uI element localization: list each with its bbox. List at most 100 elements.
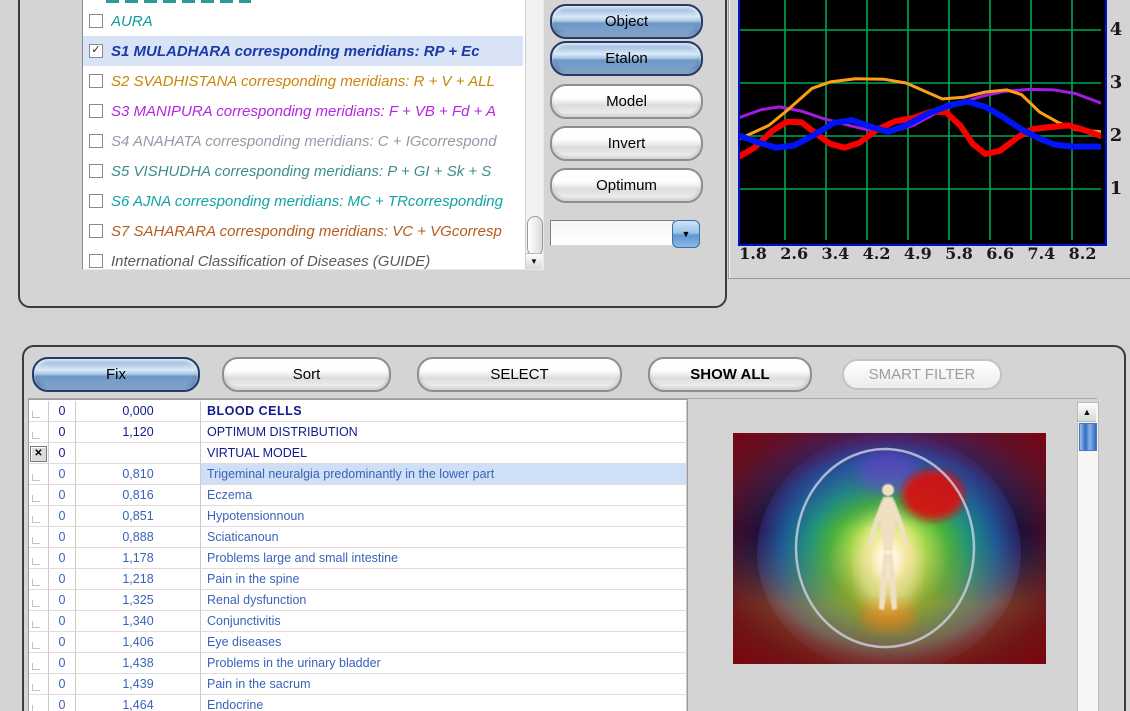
row-value-cell: 1,178 <box>76 548 201 569</box>
row-name-cell[interactable]: Problems large and small intestine <box>201 548 687 569</box>
show-all-button[interactable]: SHOW ALL <box>648 357 812 392</box>
row-mark-cell[interactable] <box>29 548 49 569</box>
table-row[interactable]: 0 0,000 BLOOD CELLS <box>29 401 687 422</box>
object-button[interactable]: Object <box>550 4 703 39</box>
row-name-cell[interactable]: Hypotensionnoun <box>201 506 687 527</box>
list-item[interactable]: S2 SVADHISTANA corresponding meridians: … <box>83 66 523 96</box>
row-mark-cell[interactable] <box>29 695 49 711</box>
table-row[interactable]: 0 0,851 Hypotensionnoun <box>29 506 687 527</box>
list-item[interactable]: S5 VISHUDHA corresponding meridians: P +… <box>83 156 523 186</box>
row-mark-cell[interactable] <box>29 569 49 590</box>
list-item[interactable]: ✓ S1 MULADHARA corresponding meridians: R… <box>83 36 523 66</box>
list-item-label: S7 SAHARARA corresponding meridians: VC … <box>111 222 502 240</box>
table-row[interactable]: 0 1,464 Endocrine <box>29 695 687 711</box>
row-count-cell: 0 <box>49 611 76 632</box>
viewer-scroll-up-button[interactable]: ▲ <box>1078 403 1096 422</box>
row-name-cell[interactable]: Conjunctivitis <box>201 611 687 632</box>
row-mark-cell[interactable] <box>29 653 49 674</box>
model-button[interactable]: Model <box>550 84 703 119</box>
list-item[interactable]: S4 ANAHATA corresponding meridians: C + … <box>83 126 523 156</box>
unchecked-checkbox-icon[interactable] <box>89 14 103 28</box>
row-name-cell[interactable]: Endocrine <box>201 695 687 711</box>
row-name-cell[interactable]: Renal dysfunction <box>201 590 687 611</box>
list-item[interactable]: S6 AJNA corresponding meridians: MC + TR… <box>83 186 523 216</box>
row-mark-cell[interactable] <box>29 485 49 506</box>
row-mark-cell[interactable] <box>29 422 49 443</box>
x-tick-label: 4.9 <box>903 244 932 263</box>
row-mark-cell[interactable] <box>29 527 49 548</box>
row-count-cell: 0 <box>49 527 76 548</box>
list-item[interactable]: S7 SAHARARA corresponding meridians: VC … <box>83 216 523 246</box>
row-name-cell[interactable]: Sciaticanoun <box>201 527 687 548</box>
row-name-cell[interactable]: Eczema <box>201 485 687 506</box>
dropdown-value-field[interactable] <box>550 220 675 246</box>
list-scrollbar-thumb[interactable] <box>527 216 543 256</box>
row-mark-cell[interactable] <box>29 401 49 422</box>
etalon-button[interactable]: Etalon <box>550 41 703 76</box>
row-mark-cell[interactable] <box>29 611 49 632</box>
fix-button[interactable]: Fix <box>32 357 200 392</box>
list-item[interactable]: AURA <box>83 6 523 36</box>
unchecked-checkbox-icon[interactable] <box>89 104 103 118</box>
checked-checkbox-icon[interactable]: ✓ <box>89 44 103 58</box>
x-tick-label: 2.6 <box>780 244 809 263</box>
unchecked-checkbox-icon[interactable] <box>89 224 103 238</box>
dropdown-arrow-button[interactable]: ▼ <box>672 220 700 248</box>
row-mark-cell[interactable]: ✕ <box>29 443 49 464</box>
list-scrollbar[interactable]: ▼ <box>525 0 543 269</box>
list-scroll-down-button[interactable]: ▼ <box>526 253 542 269</box>
row-mark-cell[interactable] <box>29 590 49 611</box>
optimum-button[interactable]: Optimum <box>550 168 703 203</box>
unchecked-checkbox-icon[interactable] <box>89 194 103 208</box>
row-name-cell[interactable]: VIRTUAL MODEL <box>201 443 687 464</box>
table-row[interactable]: 0 0,888 Sciaticanoun <box>29 527 687 548</box>
row-count-cell: 0 <box>49 548 76 569</box>
mode-dropdown[interactable]: ▼ <box>550 220 700 248</box>
row-name-cell[interactable]: Trigeminal neuralgia predominantly in th… <box>201 464 687 485</box>
table-row[interactable]: 0 0,810 Trigeminal neuralgia predominantly… <box>29 464 687 485</box>
row-name-cell[interactable]: Pain in the sacrum <box>201 674 687 695</box>
unchecked-checkbox-icon[interactable] <box>89 134 103 148</box>
row-name-cell[interactable]: OPTIMUM DISTRIBUTION <box>201 422 687 443</box>
row-mark-cell[interactable] <box>29 674 49 695</box>
unchecked-checkbox-icon[interactable] <box>89 74 103 88</box>
smart-filter-button[interactable]: SMART FILTER <box>842 359 1002 390</box>
row-value-cell: 1,406 <box>76 632 201 653</box>
table-row[interactable]: 0 1,438 Problems in the urinary bladder <box>29 653 687 674</box>
table-row[interactable]: ✕ 0 VIRTUAL MODEL <box>29 443 687 464</box>
viewer-scrollbar[interactable]: ▲ <box>1077 402 1099 711</box>
row-name-cell[interactable]: Eye diseases <box>201 632 687 653</box>
table-row[interactable]: 0 1,325 Renal dysfunction <box>29 590 687 611</box>
x-tick-label: 6.6 <box>986 244 1015 263</box>
row-value-cell: 1,340 <box>76 611 201 632</box>
viewer-scrollbar-thumb[interactable] <box>1079 423 1097 451</box>
unchecked-checkbox-icon[interactable] <box>89 164 103 178</box>
invert-button[interactable]: Invert <box>550 126 703 161</box>
marked-x-icon[interactable]: ✕ <box>30 446 47 462</box>
row-count-cell: 0 <box>49 464 76 485</box>
y-tick-label: 3 <box>1109 72 1123 93</box>
row-count-cell: 0 <box>49 485 76 506</box>
row-mark-cell[interactable] <box>29 632 49 653</box>
row-mark-cell[interactable] <box>29 464 49 485</box>
sort-button[interactable]: Sort <box>222 357 391 392</box>
table-row[interactable]: 0 1,178 Problems large and small intestine <box>29 548 687 569</box>
chakra-meridian-list[interactable]: AURA ✓ S1 MULADHARA corresponding meridian… <box>82 0 544 270</box>
aura-image <box>733 433 1046 664</box>
table-row[interactable]: 0 1,340 Conjunctivitis <box>29 611 687 632</box>
table-row[interactable]: 0 1,218 Pain in the spine <box>29 569 687 590</box>
list-item-label: S3 MANIPURA corresponding meridians: F +… <box>111 102 497 120</box>
row-mark-cell[interactable] <box>29 506 49 527</box>
select-button[interactable]: SELECT <box>417 357 622 392</box>
list-item[interactable]: S3 MANIPURA corresponding meridians: F +… <box>83 96 523 126</box>
table-row[interactable]: 0 1,120 OPTIMUM DISTRIBUTION <box>29 422 687 443</box>
unchecked-checkbox-icon[interactable] <box>89 254 103 268</box>
results-table[interactable]: 0 0,000 BLOOD CELLS 0 1,120 OPTIMUM DISTRIBUT… <box>28 399 688 711</box>
table-row[interactable]: 0 1,439 Pain in the sacrum <box>29 674 687 695</box>
row-name-cell[interactable]: BLOOD CELLS <box>201 401 687 422</box>
table-row[interactable]: 0 0,816 Eczema <box>29 485 687 506</box>
list-item[interactable]: International Classification of Diseases… <box>83 246 523 269</box>
row-name-cell[interactable]: Pain in the spine <box>201 569 687 590</box>
table-row[interactable]: 0 1,406 Eye diseases <box>29 632 687 653</box>
row-name-cell[interactable]: Problems in the urinary bladder <box>201 653 687 674</box>
